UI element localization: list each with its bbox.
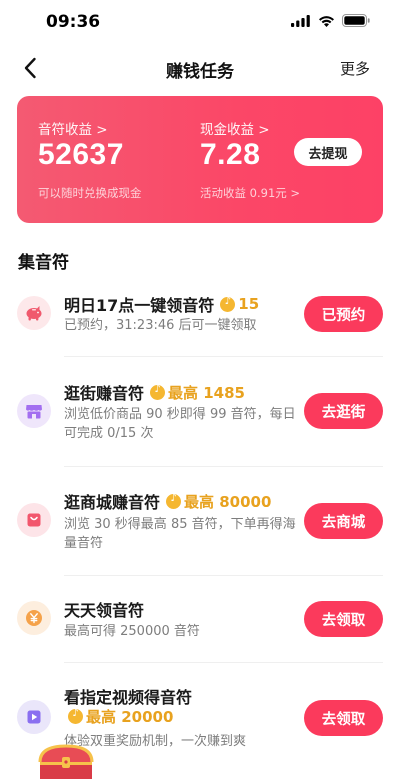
piggy-bank-icon [17, 296, 51, 330]
task-description: 浏览低价商品 90 秒即得 99 音符，每日可完成 0/15 次 [64, 407, 296, 441]
section-title: 集音符 [18, 253, 69, 273]
cash-earnings-label[interactable]: 现金收益 > [200, 118, 270, 138]
divider [64, 356, 383, 357]
store-icon [17, 394, 51, 428]
task-title: 天天领音符 [64, 597, 144, 621]
divider [64, 662, 383, 663]
claim-button[interactable]: 去领取 [304, 601, 383, 637]
task-reward: 最高 1485 [168, 383, 245, 402]
divider [64, 575, 383, 576]
task-title-text: 明日17点一键领音符 [64, 296, 215, 315]
music-coin-icon [166, 493, 182, 509]
go-shopping-button[interactable]: 去逛街 [304, 393, 383, 429]
task-reward-line: 最高 20000 [64, 706, 173, 727]
cash-earnings-value: 7.28 [200, 138, 261, 171]
note-earnings-label[interactable]: 音符收益 > [38, 118, 108, 138]
go-mall-button[interactable]: 去商城 [304, 503, 383, 539]
note-earnings-value: 52637 [38, 138, 124, 171]
battery-icon [342, 14, 370, 27]
claim-video-button[interactable]: 去领取 [304, 700, 383, 736]
earnings-card: 音符收益 > 52637 可以随时兑换成现金 现金收益 > 7.28 活动收益 … [17, 96, 383, 223]
treasure-chest-icon[interactable] [34, 740, 98, 779]
divider [64, 466, 383, 467]
wifi-icon [319, 15, 334, 27]
task-description: 已预约，31:23:46 后可一键领取 [64, 318, 257, 333]
status-icons [291, 14, 370, 27]
music-coin-icon [220, 296, 236, 312]
task-description: 浏览 30 秒得最高 85 音符，下单再得海量音符 [64, 517, 296, 551]
task-title-text: 天天领音符 [64, 601, 145, 620]
task-reward: 15 [238, 295, 260, 313]
yen-coin-icon [17, 601, 51, 635]
status-bar: 09:36 [0, 0, 400, 44]
task-title: 逛街赚音符 最高 1485 [64, 380, 245, 404]
status-time: 09:36 [46, 12, 101, 32]
shopping-bag-icon [17, 503, 51, 537]
task-title: 看指定视频得音符 [64, 684, 192, 708]
task-title-text: 逛街赚音符 [64, 384, 145, 403]
task-title: 逛商城赚音符 最高 80000 [64, 489, 271, 513]
reserved-button[interactable]: 已预约 [304, 296, 383, 332]
task-title-text: 逛商城赚音符 [64, 493, 161, 512]
task-title-text: 看指定视频得音符 [64, 688, 193, 707]
nav-bar: 赚钱任务 更多 [0, 44, 400, 92]
note-earnings-sub: 可以随时兑换成现金 [38, 186, 142, 200]
task-title: 明日17点一键领音符 15 [64, 292, 259, 316]
activity-earnings-link[interactable]: 活动收益 0.91元 > [200, 185, 300, 201]
music-coin-icon [150, 384, 166, 400]
withdraw-button[interactable]: 去提现 [294, 138, 362, 166]
video-play-icon [17, 700, 51, 734]
task-description: 最高可得 250000 音符 [64, 624, 200, 639]
task-reward: 最高 20000 [86, 708, 174, 726]
music-coin-icon [68, 708, 83, 724]
task-description: 体验双重奖励机制，一次赚到爽 [64, 734, 247, 749]
task-reward: 最高 80000 [184, 492, 272, 511]
signal-icon [291, 14, 310, 27]
more-button[interactable]: 更多 [340, 58, 370, 79]
